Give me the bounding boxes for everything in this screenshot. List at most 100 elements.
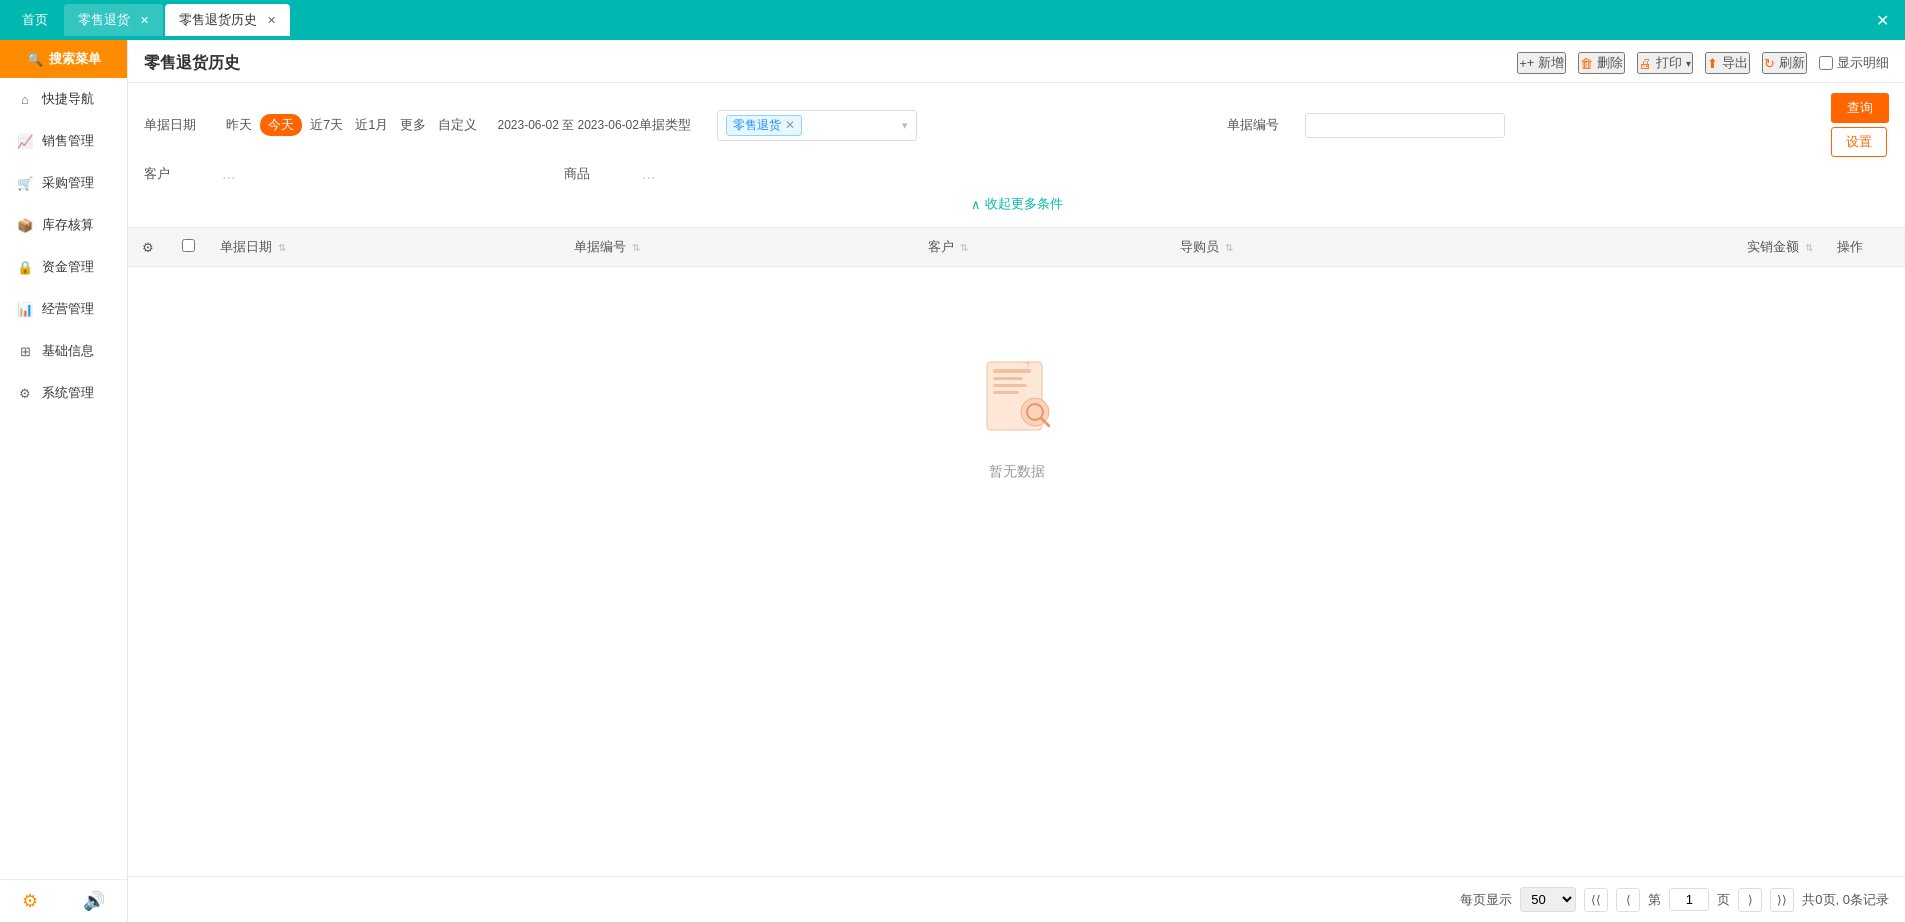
date-option-today[interactable]: 今天 <box>260 114 302 136</box>
tab-close-retail-return[interactable]: ✕ <box>140 14 149 27</box>
customer-input[interactable]: ... <box>222 165 235 183</box>
date-option-7days[interactable]: 近7天 <box>306 114 347 136</box>
tab-home[interactable]: 首页 <box>8 4 62 36</box>
pagination: 每页显示 50 10 20 100 ⟨⟨ ⟨ 第 页 ⟩ ⟩⟩ 共0页, 0条记… <box>128 876 1905 922</box>
th-date[interactable]: 单据日期 ⇅ <box>208 228 562 267</box>
sidebar-item-shortcuts[interactable]: ⌂ 快捷导航 <box>0 78 127 120</box>
sidebar-item-sales[interactable]: 📈 销售管理 <box>0 120 127 162</box>
th-action: 操作 <box>1825 228 1905 267</box>
export-button[interactable]: ⬆ 导出 <box>1705 52 1750 74</box>
settings-icon[interactable]: ⚙ <box>142 240 154 255</box>
page-header: 零售退货历史 + + 新增 🗑 删除 🖨 打印 ▾ ⬆ 导出 <box>128 40 1905 83</box>
select-all-checkbox[interactable] <box>182 239 195 252</box>
date-option-yesterday[interactable]: 昨天 <box>222 114 256 136</box>
date-label: 单据日期 <box>144 116 214 134</box>
sidebar: 🔍 搜索菜单 ⌂ 快捷导航 📈 销售管理 🛒 采购管理 📦 库存核算 🔒 资金管… <box>0 40 128 922</box>
sort-amount-icon[interactable]: ⇅ <box>1805 242 1813 253</box>
refresh-button[interactable]: ↻ 刷新 <box>1762 52 1807 74</box>
table-body: 暂无数据 <box>128 267 1905 562</box>
empty-text: 暂无数据 <box>989 463 1045 481</box>
empty-state: 暂无数据 <box>128 267 1905 561</box>
sort-guide-icon[interactable]: ⇅ <box>1225 242 1233 253</box>
sidebar-item-inventory[interactable]: 📦 库存核算 <box>0 204 127 246</box>
setting-button[interactable]: 设置 <box>1831 127 1887 157</box>
date-range: 2023-06-02 至 2023-06-02 <box>497 117 638 134</box>
th-guide[interactable]: 导购员 ⇅ <box>1168 228 1471 267</box>
header-actions: + + 新增 🗑 删除 🖨 打印 ▾ ⬆ 导出 ↻ <box>1517 52 1889 74</box>
filter-row-2: 客户 ... 商品 ... <box>144 165 1889 183</box>
delete-icon: 🗑 <box>1580 56 1593 71</box>
goods-input[interactable]: ... <box>642 165 655 183</box>
print-button[interactable]: 🖨 打印 ▾ <box>1637 52 1693 74</box>
delete-button[interactable]: 🗑 删除 <box>1578 52 1625 74</box>
svg-rect-2 <box>993 377 1023 380</box>
settings-bottom-icon[interactable]: ⚙ <box>22 890 38 912</box>
content-area: 零售退货历史 + + 新增 🗑 删除 🖨 打印 ▾ ⬆ 导出 <box>128 40 1905 922</box>
page-title: 零售退货历史 <box>144 53 240 74</box>
tab-list: 首页 零售退货 ✕ 零售退货历史 ✕ <box>8 4 1868 36</box>
export-icon: ⬆ <box>1707 56 1718 71</box>
sidebar-item-system[interactable]: ⚙ 系统管理 <box>0 372 127 414</box>
page-prev-button[interactable]: ⟨ <box>1616 888 1640 912</box>
page-last-button[interactable]: ⟩⟩ <box>1770 888 1794 912</box>
page-next-button[interactable]: ⟩ <box>1738 888 1762 912</box>
type-tag-close[interactable]: ✕ <box>785 118 795 132</box>
th-amount[interactable]: 实销金额 ⇅ <box>1471 228 1825 267</box>
sidebar-search[interactable]: 🔍 搜索菜单 <box>0 40 127 78</box>
page-summary: 共0页, 0条记录 <box>1802 891 1889 909</box>
sort-date-icon[interactable]: ⇅ <box>278 242 286 253</box>
query-button[interactable]: 查询 <box>1831 93 1889 123</box>
box-icon: 📦 <box>16 216 34 234</box>
tab-retail-return[interactable]: 零售退货 ✕ <box>64 4 163 36</box>
svg-rect-1 <box>993 369 1031 373</box>
audio-icon[interactable]: 🔊 <box>83 890 105 912</box>
top-bar: 首页 零售退货 ✕ 零售退货历史 ✕ ✕ <box>0 0 1905 40</box>
bar-icon: 📊 <box>16 300 34 318</box>
tab-close-retail-return-history[interactable]: ✕ <box>267 14 276 27</box>
table-header-row: ⚙ 单据日期 ⇅ 单据编号 ⇅ <box>128 228 1905 267</box>
empty-icon <box>967 347 1067 447</box>
sidebar-bottom: ⚙ 🔊 <box>0 879 127 922</box>
filter-row-1: 单据日期 昨天 今天 近7天 近1月 更多 自定义 2023-06-02 至 2… <box>144 93 1889 157</box>
page-size-select[interactable]: 50 10 20 100 <box>1520 887 1576 912</box>
page-number-input[interactable] <box>1669 888 1709 911</box>
sidebar-item-basic[interactable]: ⊞ 基础信息 <box>0 330 127 372</box>
th-number[interactable]: 单据编号 ⇅ <box>562 228 916 267</box>
goods-label: 商品 <box>564 165 634 183</box>
sidebar-item-operation[interactable]: 📊 经营管理 <box>0 288 127 330</box>
refresh-icon: ↻ <box>1764 56 1775 71</box>
th-settings[interactable]: ⚙ <box>128 228 168 267</box>
date-option-custom[interactable]: 自定义 <box>434 114 481 136</box>
display-toggle-checkbox[interactable] <box>1819 56 1833 70</box>
add-button[interactable]: + + 新增 <box>1517 52 1566 74</box>
number-input[interactable] <box>1305 113 1505 138</box>
th-checkbox[interactable] <box>168 228 208 267</box>
page-first-button[interactable]: ⟨⟨ <box>1584 888 1608 912</box>
date-option-more[interactable]: 更多 <box>396 114 430 136</box>
customer-label: 客户 <box>144 165 214 183</box>
gear-icon: ⚙ <box>16 384 34 402</box>
data-table: ⚙ 单据日期 ⇅ 单据编号 ⇅ <box>128 228 1905 561</box>
print-dropdown-icon: ▾ <box>1686 58 1691 69</box>
type-dropdown-icon: ▾ <box>902 119 908 132</box>
th-customer[interactable]: 客户 ⇅ <box>916 228 1167 267</box>
filter-area: 单据日期 昨天 今天 近7天 近1月 更多 自定义 2023-06-02 至 2… <box>128 83 1905 228</box>
date-options: 昨天 今天 近7天 近1月 更多 自定义 <box>222 114 481 136</box>
type-tag: 零售退货 ✕ <box>726 115 802 136</box>
table-area: ⚙ 单据日期 ⇅ 单据编号 ⇅ <box>128 228 1905 876</box>
collapse-button[interactable]: ∧ 收起更多条件 <box>955 191 1079 217</box>
sort-customer-icon[interactable]: ⇅ <box>960 242 968 253</box>
add-icon: + <box>1519 56 1527 71</box>
tab-retail-return-history[interactable]: 零售退货历史 ✕ <box>165 4 290 36</box>
window-close-button[interactable]: ✕ <box>1868 11 1897 30</box>
sidebar-item-purchase[interactable]: 🛒 采购管理 <box>0 162 127 204</box>
page-size-label: 每页显示 <box>1460 891 1512 909</box>
display-toggle[interactable]: 显示明细 <box>1819 54 1889 72</box>
type-select[interactable]: 零售退货 ✕ ▾ <box>717 110 917 141</box>
sort-number-icon[interactable]: ⇅ <box>632 242 640 253</box>
main-layout: 🔍 搜索菜单 ⌂ 快捷导航 📈 销售管理 🛒 采购管理 📦 库存核算 🔒 资金管… <box>0 40 1905 922</box>
grid-icon: ⊞ <box>16 342 34 360</box>
date-option-1month[interactable]: 近1月 <box>351 114 392 136</box>
sidebar-item-finance[interactable]: 🔒 资金管理 <box>0 246 127 288</box>
search-icon: 🔍 <box>27 52 43 67</box>
